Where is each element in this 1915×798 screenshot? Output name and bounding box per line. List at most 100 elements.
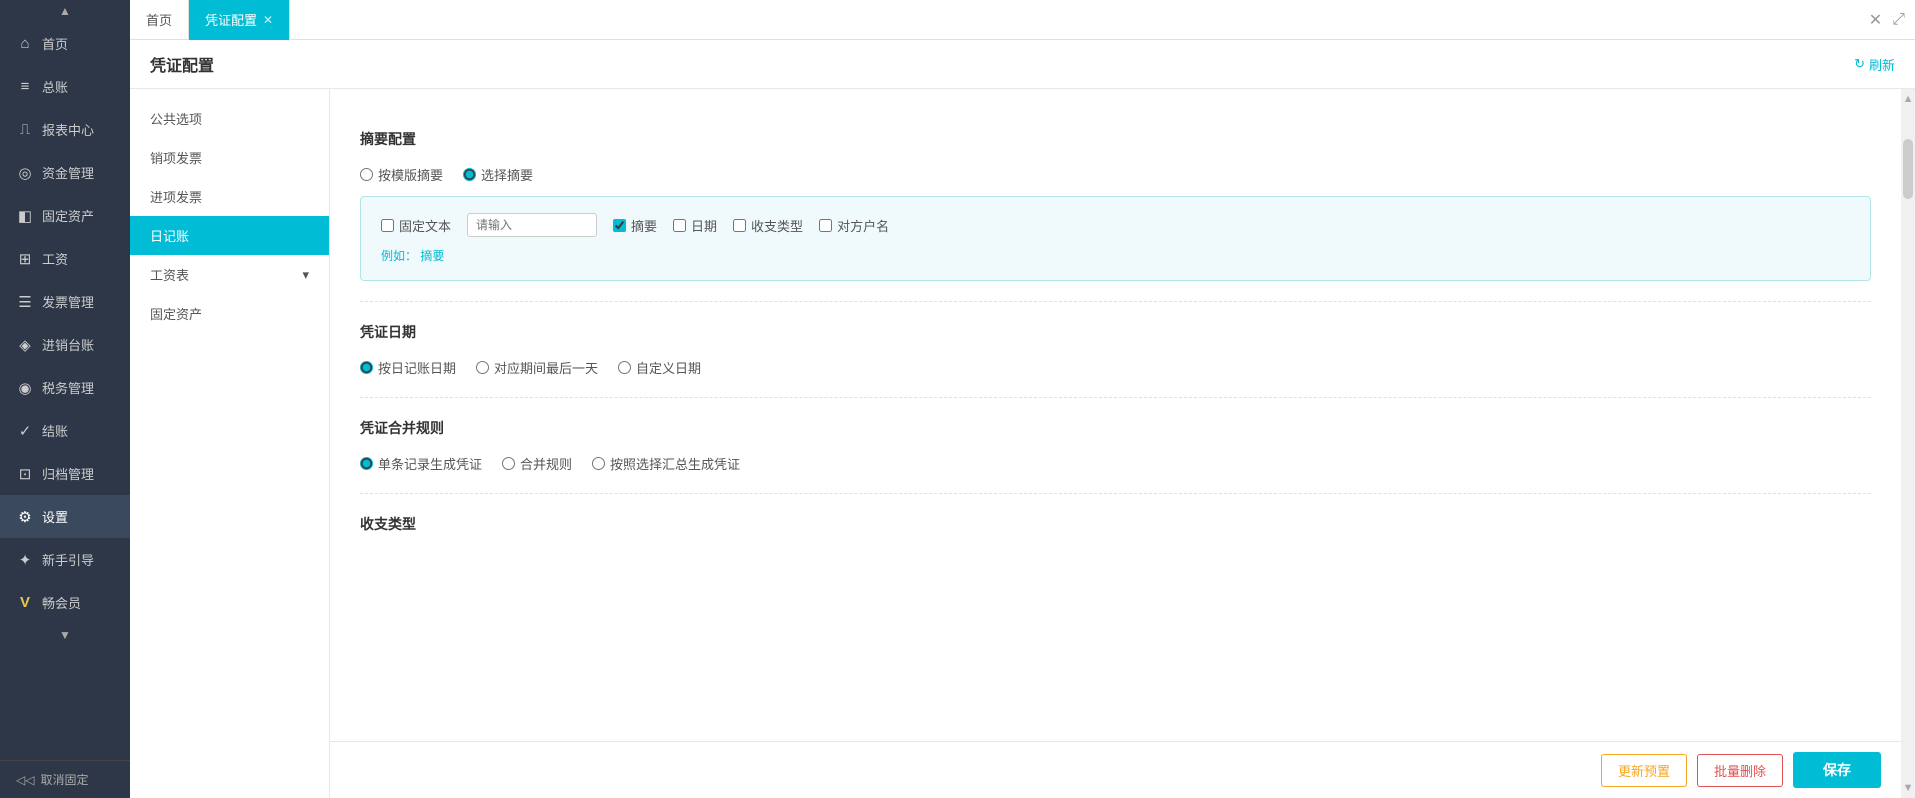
merge-rules-radio-select-summary[interactable]: 按照选择汇总生成凭证	[592, 454, 740, 473]
refresh-button[interactable]: ↻ 刷新	[1854, 55, 1895, 74]
left-nav-item-sales-invoice[interactable]: 销项发票	[130, 138, 329, 177]
sidebar-item-tax[interactable]: ◉ 税务管理	[0, 366, 130, 409]
ledger-icon: ≡	[16, 78, 34, 95]
sidebar-item-ledger[interactable]: ≡ 总账	[0, 65, 130, 108]
sidebar-label-funds: 资金管理	[42, 163, 94, 182]
sidebar-label-sales-ledger: 进销台账	[42, 335, 94, 354]
window-resize-button[interactable]: ⤢	[1892, 11, 1905, 29]
sidebar-item-settings[interactable]: ⚙ 设置	[0, 495, 130, 538]
sidebar-label-archive: 归档管理	[42, 464, 94, 483]
voucher-date-section: 凭证日期 按日记账日期 对应期间最后一天 自定义日期	[360, 302, 1871, 398]
summary-radio-select[interactable]: 选择摘要	[463, 165, 533, 184]
voucher-date-radio-last-day[interactable]: 对应期间最后一天	[476, 358, 598, 377]
sidebar-item-funds[interactable]: ◎ 资金管理	[0, 151, 130, 194]
tab-voucher-config-close[interactable]: ✕	[263, 13, 273, 27]
page-header: 凭证配置 ↻ 刷新	[130, 40, 1915, 89]
sidebar-item-payroll[interactable]: ⊞ 工资	[0, 237, 130, 280]
left-nav-label-journal: 日记账	[150, 226, 189, 245]
sidebar-item-reports[interactable]: ⎍ 报表中心	[0, 108, 130, 151]
merge-rules-radio-select-summary-input[interactable]	[592, 457, 605, 470]
sidebar-item-assets[interactable]: ◧ 固定资产	[0, 194, 130, 237]
merge-rules-radio-merge-label: 合并规则	[520, 454, 572, 473]
tab-home-label: 首页	[146, 10, 172, 29]
left-nav-item-public[interactable]: 公共选项	[130, 99, 329, 138]
tax-icon: ◉	[16, 379, 34, 397]
summary-config-title: 摘要配置	[360, 129, 1871, 149]
checkbox-counterpart-name[interactable]: 对方户名	[819, 216, 889, 235]
fixed-text-input[interactable]	[467, 213, 597, 237]
outer-scrollbar[interactable]: ▲ ▼	[1901, 89, 1915, 798]
voucher-date-radio-custom-input[interactable]	[618, 361, 631, 374]
sidebar-item-vip[interactable]: V 畅会员	[0, 581, 130, 624]
summary-radio-select-input[interactable]	[463, 168, 476, 181]
voucher-date-radio-journal[interactable]: 按日记账日期	[360, 358, 456, 377]
scrollbar-down-arrow[interactable]: ▼	[1899, 778, 1915, 798]
sidebar-item-close[interactable]: ✓ 结账	[0, 409, 130, 452]
summary-radio-template-input[interactable]	[360, 168, 373, 181]
merge-rules-radio-merge[interactable]: 合并规则	[502, 454, 572, 473]
sidebar-item-invoice-mgmt[interactable]: ☰ 发票管理	[0, 280, 130, 323]
sidebar-scroll-up[interactable]: ▲	[0, 0, 130, 22]
checkbox-fixed-text-input[interactable]	[381, 219, 394, 232]
reports-icon: ⎍	[16, 121, 34, 138]
income-type-section: 收支类型	[360, 494, 1871, 570]
merge-rules-radio-merge-input[interactable]	[502, 457, 515, 470]
left-nav-label-purchase-invoice: 进项发票	[150, 187, 202, 206]
refresh-icon: ↻	[1854, 56, 1865, 72]
pin-left-icon: ◁◁	[16, 773, 34, 787]
merge-rules-radio-single[interactable]: 单条记录生成凭证	[360, 454, 482, 473]
checkbox-summary-label: 摘要	[631, 216, 657, 235]
tab-voucher-config-label: 凭证配置	[205, 10, 257, 29]
left-nav-item-payroll-table[interactable]: 工资表 ▾	[130, 255, 329, 294]
tab-home[interactable]: 首页	[130, 0, 189, 40]
summary-radio-group: 按模版摘要 选择摘要	[360, 165, 1871, 184]
sidebar-item-sales-ledger[interactable]: ◈ 进销台账	[0, 323, 130, 366]
checkbox-income-type-label: 收支类型	[751, 216, 803, 235]
summary-box: 固定文本 摘要 日期	[360, 196, 1871, 281]
checkbox-counterpart-name-input[interactable]	[819, 219, 832, 232]
content-layout: 公共选项 销项发票 进项发票 日记账 工资表 ▾ 固定资产	[130, 89, 1915, 798]
refresh-label: 刷新	[1869, 55, 1895, 74]
summary-radio-template-label: 按模版摘要	[378, 165, 443, 184]
checkbox-date[interactable]: 日期	[673, 216, 717, 235]
sidebar-item-archive[interactable]: ⊡ 归档管理	[0, 452, 130, 495]
sidebar-item-guide[interactable]: ✦ 新手引导	[0, 538, 130, 581]
settings-icon: ⚙	[16, 508, 34, 526]
voucher-date-radio-custom[interactable]: 自定义日期	[618, 358, 701, 377]
invoice-mgmt-icon: ☰	[16, 293, 34, 311]
summary-radio-template[interactable]: 按模版摘要	[360, 165, 443, 184]
update-preview-button[interactable]: 更新预置	[1601, 754, 1687, 787]
merge-rules-radio-single-label: 单条记录生成凭证	[378, 454, 482, 473]
sidebar-unpin-button[interactable]: ◁◁ 取消固定	[0, 760, 130, 798]
checkbox-date-input[interactable]	[673, 219, 686, 232]
checkbox-summary[interactable]: 摘要	[613, 216, 657, 235]
checkbox-income-type[interactable]: 收支类型	[733, 216, 803, 235]
window-close-button[interactable]: ✕	[1869, 10, 1882, 30]
scrollbar-thumb[interactable]	[1903, 139, 1913, 199]
tab-voucher-config[interactable]: 凭证配置 ✕	[189, 0, 290, 40]
checkbox-summary-input[interactable]	[613, 219, 626, 232]
voucher-date-radio-last-day-input[interactable]	[476, 361, 489, 374]
sidebar-label-tax: 税务管理	[42, 378, 94, 397]
left-nav-item-fixed-assets[interactable]: 固定资产	[130, 294, 329, 333]
voucher-date-radio-last-day-label: 对应期间最后一天	[494, 358, 598, 377]
scrollbar-up-arrow[interactable]: ▲	[1899, 89, 1915, 109]
left-nav-item-journal[interactable]: 日记账	[130, 216, 329, 255]
payroll-table-expand-icon: ▾	[302, 267, 309, 283]
left-nav-item-purchase-invoice[interactable]: 进项发票	[130, 177, 329, 216]
left-nav: 公共选项 销项发票 进项发票 日记账 工资表 ▾ 固定资产	[130, 89, 330, 798]
save-button[interactable]: 保存	[1793, 752, 1881, 788]
batch-delete-button[interactable]: 批量删除	[1697, 754, 1783, 787]
voucher-date-radio-journal-label: 按日记账日期	[378, 358, 456, 377]
bottom-bar: 更新预置 批量删除 保存	[330, 741, 1901, 798]
left-nav-label-payroll-table: 工资表	[150, 265, 189, 284]
checkbox-income-type-input[interactable]	[733, 219, 746, 232]
summary-checkboxes-row: 固定文本 摘要 日期	[381, 213, 1850, 237]
merge-rules-radio-single-input[interactable]	[360, 457, 373, 470]
voucher-date-radio-journal-input[interactable]	[360, 361, 373, 374]
checkbox-fixed-text[interactable]: 固定文本	[381, 216, 451, 235]
archive-icon: ⊡	[16, 465, 34, 483]
sidebar-scroll-down[interactable]: ▼	[0, 624, 130, 646]
sidebar-item-home[interactable]: ⌂ 首页	[0, 22, 130, 65]
right-content: 摘要配置 按模版摘要 选择摘要	[330, 89, 1901, 741]
